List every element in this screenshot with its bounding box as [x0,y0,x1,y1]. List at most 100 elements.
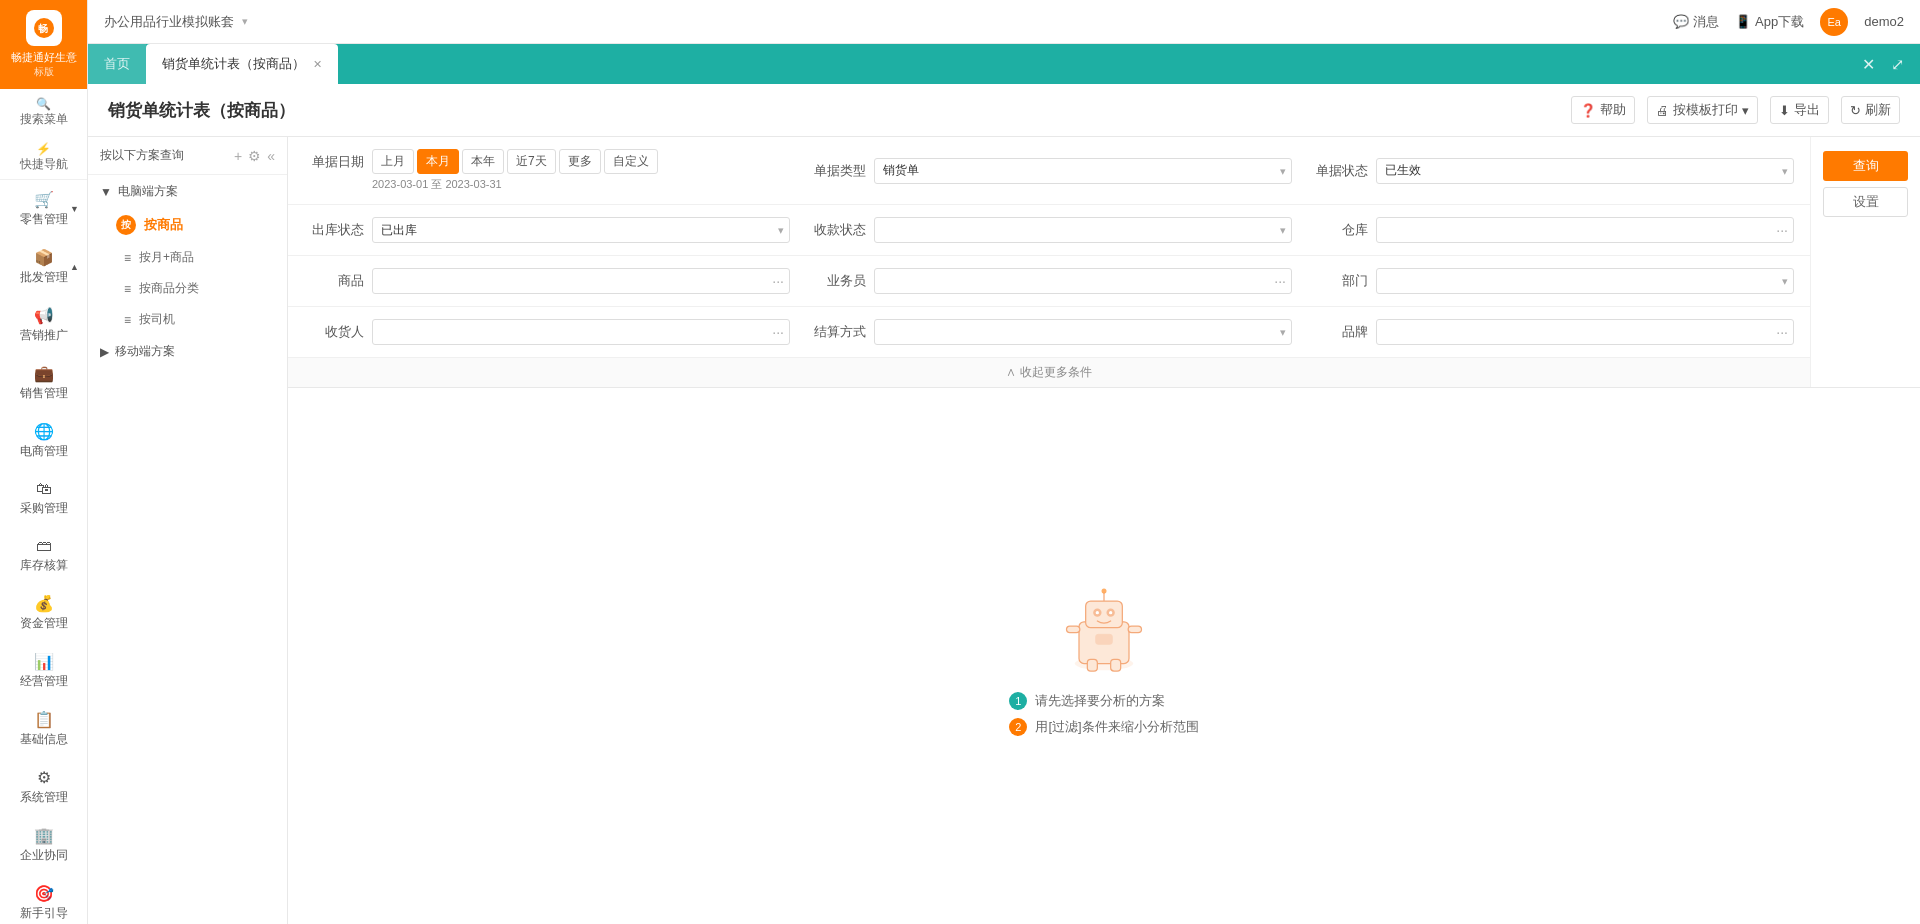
filter-staff-cell: 业务员 ··· [806,268,1292,294]
filter-row-2: 出库状态 ▾ 收款状态 ▾ [288,205,1810,256]
tip-text-1: 请先选择要分析的方案 [1035,692,1165,710]
date-btn-more[interactable]: 更多 [559,149,601,174]
user-name: demo2 [1864,14,1904,29]
tab-close-icon[interactable]: ✕ [313,58,322,71]
svg-rect-15 [1096,634,1113,644]
goods-input[interactable] [372,268,790,294]
warehouse-dots-icon[interactable]: ··· [1776,222,1788,238]
app-sub-text: 标版 [34,65,54,79]
print-dropdown-icon[interactable]: ▾ [1742,103,1749,118]
tab-sales-report[interactable]: 销货单统计表（按商品） ✕ [146,44,338,84]
empty-tip-1: 1 请先选择要分析的方案 [1009,692,1198,710]
scheme-add-icon[interactable]: + [234,148,242,164]
sidebar-label-marketing: 营销推广 [20,327,68,344]
driver-icon: ≡ [124,313,131,327]
filter-brand-cell: 品牌 ··· [1308,319,1794,345]
scheme-collapse-icon[interactable]: « [267,148,275,164]
scheme-item-by-goods[interactable]: 按 按商品 [88,208,287,242]
filter-data-area: 单据日期 上月 本月 本年 近7天 更多 自定义 [288,137,1920,924]
filter-row-4: 收货人 ··· 结算方式 ▾ [288,307,1810,357]
scheme-panel: 按以下方案查询 + ⚙ « ▼ 电脑端方案 按 按商品 [88,137,288,924]
sidebar-item-inventory[interactable]: 🗃 库存核算 [0,527,87,584]
filter-main: 单据日期 上月 本月 本年 近7天 更多 自定义 [288,137,1810,387]
sidebar-item-enterprise[interactable]: 🏢 企业协同 [0,816,87,874]
tab-home[interactable]: 首页 [88,44,146,84]
sales-icon: 💼 [34,364,54,383]
sidebar-item-marketing[interactable]: 📢 营销推广 [0,296,87,354]
scheme-group-desktop-title[interactable]: ▼ 电脑端方案 [88,175,287,208]
export-button[interactable]: ⬇ 导出 [1770,96,1829,124]
topbar-left: 办公用品行业模拟账套 ▾ [104,13,248,31]
staff-dots-icon[interactable]: ··· [1274,273,1286,289]
collapse-bar[interactable]: ∧ 收起更多条件 [288,357,1810,387]
sidebar-item-newguide[interactable]: 🎯 新手引导 [0,874,87,924]
sidebar-item-system[interactable]: ⚙ 系统管理 [0,758,87,816]
scheme-group-mobile-title[interactable]: ▶ 移动端方案 [88,335,287,368]
app-logo[interactable]: 畅 畅捷通好生意 标版 [0,0,87,89]
filter-consignee-cell: 收货人 ··· [304,319,790,345]
sidebar-item-purchase[interactable]: 🛍 采购管理 [0,470,87,527]
filter-row-3: 商品 ··· 业务员 ··· [288,256,1810,307]
sidebar-item-ecommerce[interactable]: 🌐 电商管理 [0,412,87,470]
refresh-button[interactable]: ↻ 刷新 [1841,96,1900,124]
date-btn-custom[interactable]: 自定义 [604,149,658,174]
data-area: 1 请先选择要分析的方案 2 用[过滤]条件来缩小分析范围 [288,388,1920,924]
sidebar-item-basic[interactable]: 📋 基础信息 [0,700,87,758]
quick-nav-item[interactable]: ⚡ 快捷导航 [0,136,87,180]
help-button[interactable]: ❓ 帮助 [1571,96,1635,124]
scheme-settings-icon[interactable]: ⚙ [248,148,261,164]
app-download-action[interactable]: 📱 App下载 [1735,13,1804,31]
goods-dots-icon[interactable]: ··· [772,273,784,289]
brand-dots-icon[interactable]: ··· [1776,324,1788,340]
tab-close-window-icon[interactable]: ✕ [1858,51,1879,78]
settle-input[interactable] [874,319,1292,345]
date-btn-7days[interactable]: 近7天 [507,149,556,174]
sidebar-item-finance[interactable]: 💰 资金管理 [0,584,87,642]
search-menu-item[interactable]: 🔍 搜索菜单 [0,89,87,136]
app-name-dropdown-icon[interactable]: ▾ [242,15,248,28]
brand-input[interactable] [1376,319,1794,345]
date-btn-this-month[interactable]: 本月 [417,149,459,174]
settings-button[interactable]: 设置 [1823,187,1908,217]
svg-point-7 [1096,611,1099,614]
scheme-panel-actions: + ⚙ « [234,148,275,164]
outstatus-input[interactable] [372,217,790,243]
by-goods-dot: 按 [116,215,136,235]
filter-receiptstatus-cell: 收款状态 ▾ [806,217,1292,243]
scheme-item-driver[interactable]: ≡ 按司机 [88,304,287,335]
date-btn-last-month[interactable]: 上月 [372,149,414,174]
settle-label: 结算方式 [806,323,874,341]
tab-controls: ✕ ⤢ [1858,51,1920,78]
staff-input[interactable] [874,268,1292,294]
scheme-item-goods-category[interactable]: ≡ 按商品分类 [88,273,287,304]
sidebar-item-sales[interactable]: 💼 销售管理 [0,354,87,412]
sidebar-item-wholesale[interactable]: 📦 批发管理 ▲ [0,238,87,296]
scheme-item-month-goods[interactable]: ≡ 按月+商品 [88,242,287,273]
brand-input-wrapper: ··· [1376,319,1794,345]
warehouse-label: 仓库 [1308,221,1376,239]
sidebar-item-retail[interactable]: 🛒 零售管理 ▼ [0,180,87,238]
retail-expand-icon: ▼ [70,204,79,214]
dept-label: 部门 [1308,272,1376,290]
dept-input[interactable] [1376,268,1794,294]
sidebar-label-operation: 经营管理 [20,673,68,690]
filter-dept-cell: 部门 ▾ [1308,268,1794,294]
sidebar-label-system: 系统管理 [20,789,68,806]
sidebar-item-operation[interactable]: 📊 经营管理 [0,642,87,700]
avatar-text: Ea [1828,16,1841,28]
tab-expand-icon[interactable]: ⤢ [1887,51,1908,78]
consignee-dots-icon[interactable]: ··· [772,324,784,340]
filter-doctype-cell: 单据类型 ▾ [806,149,1292,192]
date-btn-this-year[interactable]: 本年 [462,149,504,174]
app-download-label: App下载 [1755,13,1804,31]
print-button[interactable]: 🖨 按模板打印 ▾ [1647,96,1758,124]
message-label: 消息 [1693,13,1719,31]
docstatus-input[interactable] [1376,158,1794,184]
receiptstatus-input[interactable] [874,217,1292,243]
doctype-input[interactable] [874,158,1292,184]
consignee-input[interactable] [372,319,790,345]
warehouse-input[interactable] [1376,217,1794,243]
user-avatar[interactable]: Ea [1820,8,1848,36]
message-action[interactable]: 💬 消息 [1673,13,1719,31]
query-button[interactable]: 查询 [1823,151,1908,181]
